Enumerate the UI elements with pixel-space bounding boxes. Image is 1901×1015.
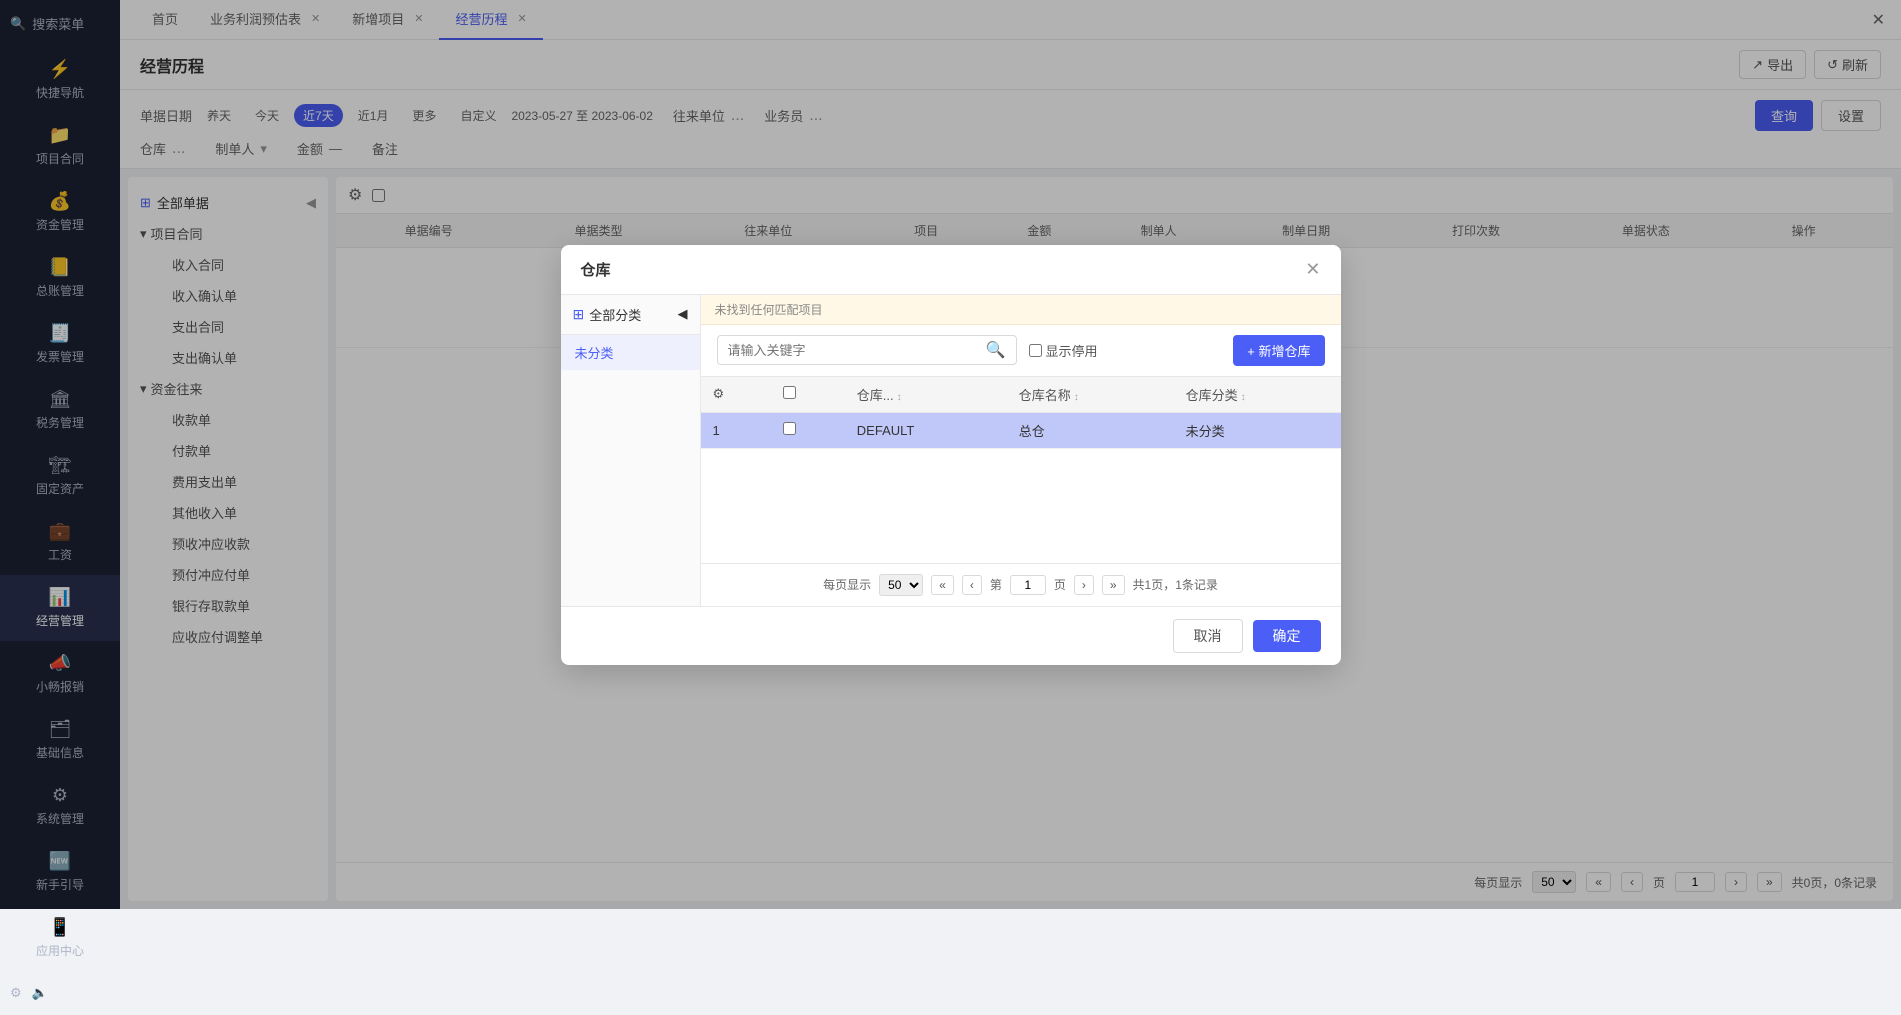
warehouse-modal: 仓库 ✕ ⊞ 全部分类 ◀ 未分类 <box>561 245 1341 665</box>
modal-row-checkbox[interactable] <box>771 412 844 448</box>
modal-table-wrap: ⚙ 仓库...↕ 仓库名称↕ <box>701 377 1341 563</box>
modal-overlay: 仓库 ✕ ⊞ 全部分类 ◀ 未分类 <box>0 0 1901 909</box>
modal-toolbar: 🔍 显示停用 + 新增仓库 <box>701 325 1341 377</box>
modal-table-select-all[interactable] <box>783 386 796 399</box>
table-row[interactable]: 1 DEFAULT 总仓 未分类 <box>701 412 1341 448</box>
modal-row-category: 未分类 <box>1174 412 1341 448</box>
modal-col-code[interactable]: 仓库...↕ <box>845 377 1007 413</box>
modal-next-page-btn[interactable]: › <box>1074 575 1094 595</box>
modal-sidebar-grid-icon: ⊞ <box>573 306 585 323</box>
modal-right-content: 未找到任何匹配项目 🔍 显示停用 + 新增仓库 <box>701 295 1341 606</box>
modal-page-label: 第 <box>990 576 1002 593</box>
modal-search-box: 🔍 <box>717 335 1017 365</box>
sidebar-item-label: 应用中心 <box>36 942 84 959</box>
modal-last-page-btn[interactable]: » <box>1102 575 1125 595</box>
modal-sidebar-item-uncategorized[interactable]: 未分类 <box>561 335 700 370</box>
modal-footer: 取消 确定 <box>561 606 1341 665</box>
modal-sidebar: ⊞ 全部分类 ◀ 未分类 <box>561 295 701 606</box>
modal-sidebar-header: ⊞ 全部分类 ◀ <box>561 295 700 335</box>
sidebar-item-app[interactable]: 📱 应用中心 <box>0 905 120 971</box>
modal-col-checkbox <box>771 377 844 413</box>
modal-total-info: 共1页，1条记录 <box>1133 576 1218 593</box>
modal-page-suffix: 页 <box>1054 576 1066 593</box>
modal-close-button[interactable]: ✕ <box>1305 259 1320 280</box>
modal-first-page-btn[interactable]: « <box>931 575 954 595</box>
add-warehouse-button[interactable]: + 新增仓库 <box>1233 335 1324 366</box>
modal-settings-icon[interactable]: ⚙ <box>713 386 725 401</box>
sidebar-bottom: ⚙ 🔈 <box>0 971 120 1015</box>
modal-row-index: 1 <box>701 412 772 448</box>
modal-sidebar-toggle[interactable]: ◀ <box>678 306 688 322</box>
modal-search-input[interactable] <box>728 343 980 358</box>
modal-search-icon: 🔍 <box>986 340 1006 360</box>
modal-sidebar-title: 全部分类 <box>589 305 641 324</box>
modal-header: 仓库 ✕ <box>561 245 1341 295</box>
modal-notice-text: 未找到任何匹配项目 <box>715 303 823 317</box>
modal-title: 仓库 <box>581 259 611 280</box>
app-icon: 📱 <box>49 917 71 938</box>
modal-per-page-label: 每页显示 <box>823 576 871 593</box>
modal-col-category[interactable]: 仓库分类↕ <box>1174 377 1341 413</box>
cancel-button[interactable]: 取消 <box>1173 619 1243 653</box>
modal-prev-page-btn[interactable]: ‹ <box>962 575 982 595</box>
modal-page-input[interactable] <box>1010 575 1046 595</box>
modal-pagination: 每页显示 50 « ‹ 第 页 › » 共1页，1条记录 <box>701 563 1341 606</box>
modal-col-name[interactable]: 仓库名称↕ <box>1007 377 1174 413</box>
settings-icon[interactable]: ⚙ <box>10 985 22 1001</box>
audio-icon[interactable]: 🔈 <box>32 985 48 1001</box>
modal-col-settings: ⚙ <box>701 377 772 413</box>
modal-notice-bar: 未找到任何匹配项目 <box>701 295 1341 325</box>
modal-per-page-select[interactable]: 50 <box>879 574 923 596</box>
modal-show-disabled-label[interactable]: 显示停用 <box>1029 341 1098 360</box>
modal-table: ⚙ 仓库...↕ 仓库名称↕ <box>701 377 1341 449</box>
confirm-button[interactable]: 确定 <box>1253 620 1321 652</box>
modal-body: ⊞ 全部分类 ◀ 未分类 未找到任何匹配项目 <box>561 295 1341 606</box>
modal-show-disabled-checkbox[interactable] <box>1029 344 1042 357</box>
modal-sidebar-item-label: 未分类 <box>575 346 614 361</box>
modal-show-disabled-text: 显示停用 <box>1046 341 1098 360</box>
modal-row-name: 总仓 <box>1007 412 1174 448</box>
modal-row-code: DEFAULT <box>845 412 1007 448</box>
